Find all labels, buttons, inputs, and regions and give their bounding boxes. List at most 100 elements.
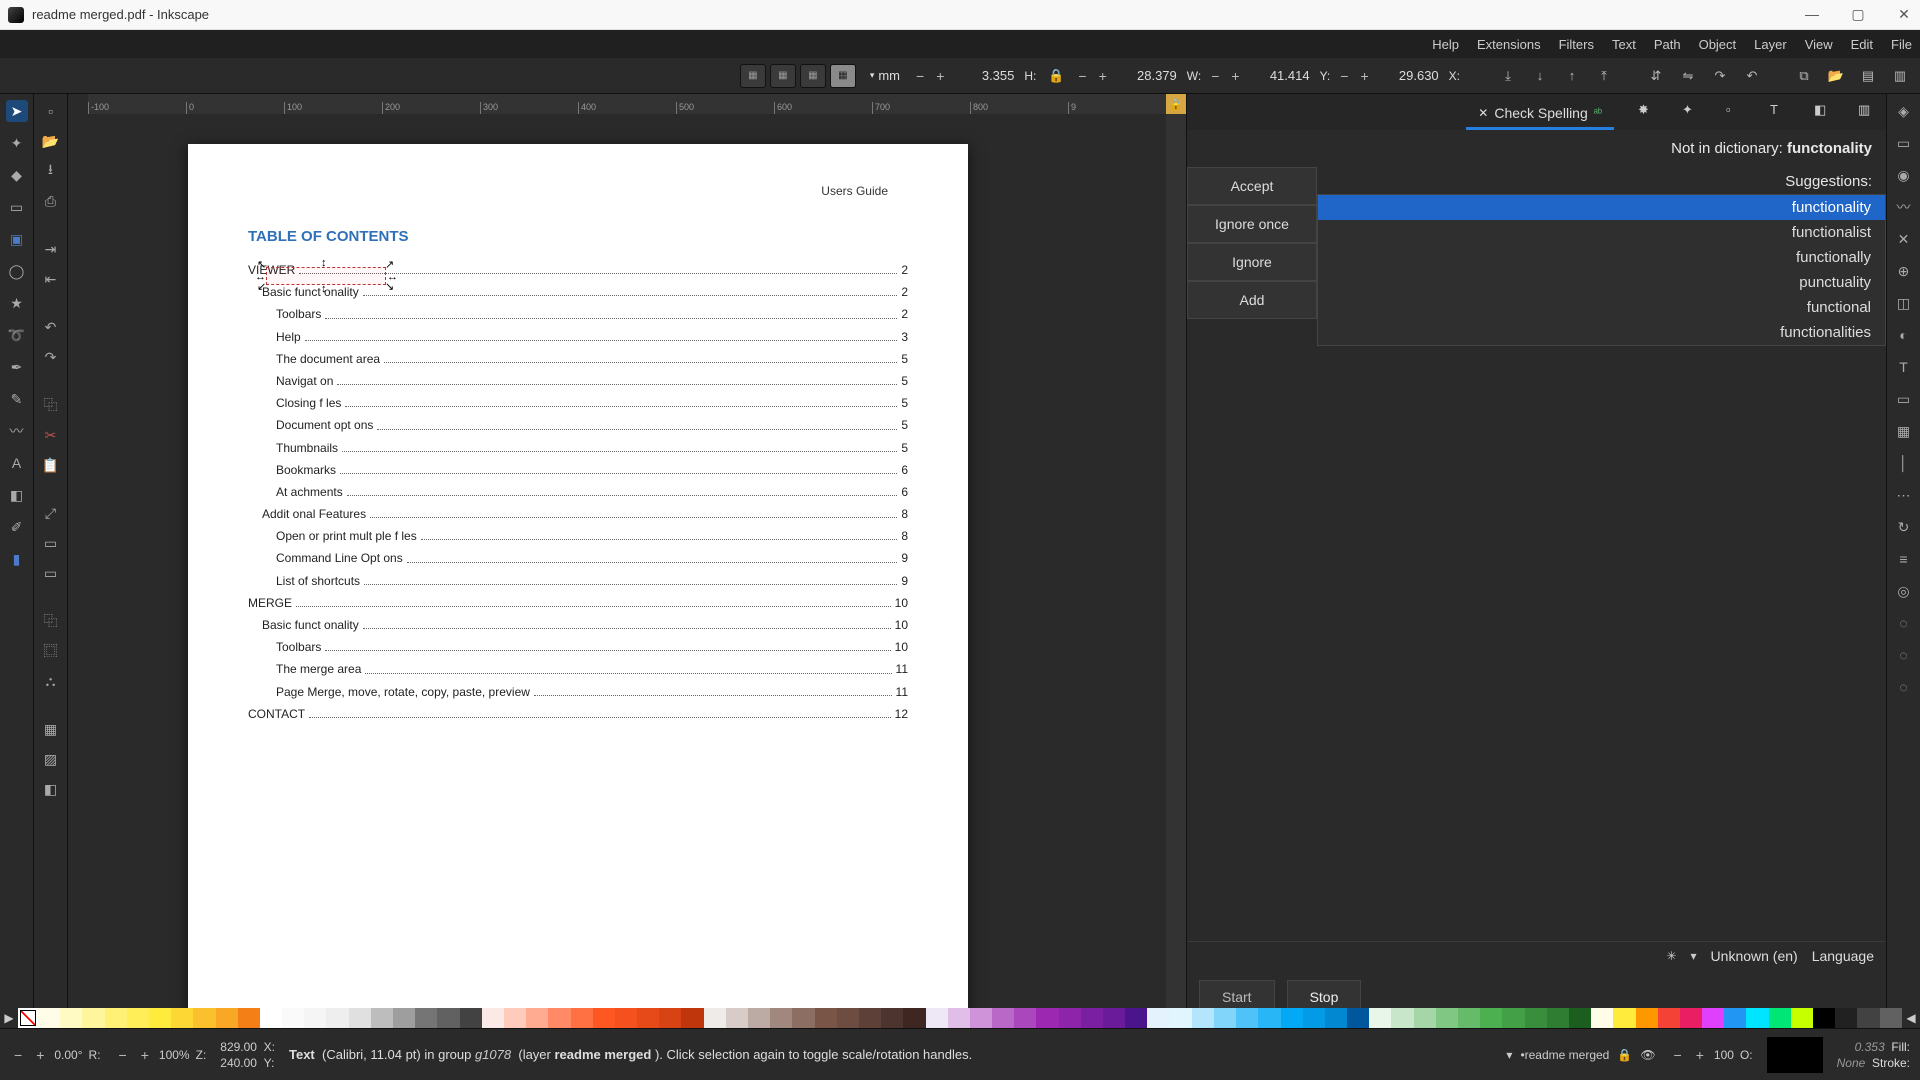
- scale-handle-ne[interactable]: ↗: [385, 260, 395, 270]
- palette-menu-icon[interactable]: ▶: [0, 1008, 18, 1028]
- color-swatch[interactable]: [1857, 1008, 1879, 1028]
- color-swatch[interactable]: [1547, 1008, 1569, 1028]
- color-swatch[interactable]: [1414, 1008, 1436, 1028]
- menu-object[interactable]: Object: [1699, 37, 1737, 52]
- color-swatch[interactable]: [282, 1008, 304, 1028]
- color-swatch[interactable]: [149, 1008, 171, 1028]
- open-doc-icon[interactable]: 📂: [40, 130, 62, 152]
- snap-others-icon[interactable]: ⋯: [1893, 484, 1915, 506]
- color-swatch[interactable]: [1769, 1008, 1791, 1028]
- rotate-ccw-icon[interactable]: ↶: [1740, 64, 1764, 88]
- color-swatch[interactable]: [1591, 1008, 1613, 1028]
- pencil-tool-icon[interactable]: ✎: [6, 388, 28, 410]
- suggestion-item[interactable]: punctuality: [1318, 270, 1885, 295]
- scale-handle-s[interactable]: ↕: [321, 284, 331, 294]
- tab-check-spelling[interactable]: ✕ Check Spelling ᵃᵇ: [1466, 99, 1614, 130]
- color-swatch[interactable]: [193, 1008, 215, 1028]
- color-swatch[interactable]: [859, 1008, 881, 1028]
- snap-intersection-icon[interactable]: ✕: [1893, 228, 1915, 250]
- transform-mode-4[interactable]: ▦: [740, 64, 766, 88]
- color-swatch[interactable]: [1081, 1008, 1103, 1028]
- color-swatch[interactable]: [992, 1008, 1014, 1028]
- suggestion-item[interactable]: functionalities: [1318, 320, 1885, 345]
- color-swatch[interactable]: [1281, 1008, 1303, 1028]
- color-swatch[interactable]: [792, 1008, 814, 1028]
- duplicate-icon[interactable]: ⧉: [1792, 64, 1816, 88]
- menu-help[interactable]: Help: [1432, 37, 1459, 52]
- language-value[interactable]: Unknown (en): [1711, 948, 1798, 964]
- lower-bottom-icon[interactable]: ⤓: [1496, 64, 1520, 88]
- y-inc[interactable]: +: [1229, 68, 1241, 84]
- raise-top-icon[interactable]: ⤒: [1592, 64, 1616, 88]
- color-swatch[interactable]: [681, 1008, 703, 1028]
- color-swatch[interactable]: [1436, 1008, 1458, 1028]
- color-swatch[interactable]: [881, 1008, 903, 1028]
- xml-icon[interactable]: ◧: [40, 778, 62, 800]
- color-swatch[interactable]: [1192, 1008, 1214, 1028]
- ruler-lock-icon[interactable]: 🔒: [1166, 94, 1186, 114]
- suggestion-item[interactable]: functionalist: [1318, 220, 1885, 245]
- color-swatch[interactable]: [304, 1008, 326, 1028]
- color-swatch[interactable]: [1103, 1008, 1125, 1028]
- h-value[interactable]: 3.355: [954, 68, 1014, 83]
- color-swatch[interactable]: [704, 1008, 726, 1028]
- color-swatch[interactable]: [837, 1008, 859, 1028]
- color-swatch[interactable]: [1147, 1008, 1169, 1028]
- suggestion-item[interactable]: functionality: [1318, 195, 1885, 220]
- y-dec[interactable]: −: [1209, 68, 1221, 84]
- snap-master-icon[interactable]: ◈: [1893, 100, 1915, 122]
- snap-distribute-icon[interactable]: ≡: [1893, 548, 1915, 570]
- scale-handle-sw[interactable]: ↙: [257, 282, 267, 292]
- color-swatch[interactable]: [105, 1008, 127, 1028]
- color-swatch[interactable]: [748, 1008, 770, 1028]
- save-icon[interactable]: ⭳: [40, 160, 62, 182]
- menu-path[interactable]: Path: [1654, 37, 1681, 52]
- ignore-button[interactable]: Ignore: [1187, 243, 1317, 281]
- color-swatch[interactable]: [1036, 1008, 1058, 1028]
- transform-mode-1[interactable]: ▦: [830, 64, 856, 88]
- panel-text-icon[interactable]: T: [1770, 102, 1790, 122]
- snap-item3-icon[interactable]: ◌: [1893, 676, 1915, 698]
- lock-aspect-icon[interactable]: 🔒: [1044, 64, 1068, 88]
- color-swatch[interactable]: [637, 1008, 659, 1028]
- color-swatch[interactable]: [1746, 1008, 1768, 1028]
- snap-text-icon[interactable]: T: [1893, 356, 1915, 378]
- spiral-tool-icon[interactable]: ➰: [6, 324, 28, 346]
- color-swatch[interactable]: [393, 1008, 415, 1028]
- lower-icon[interactable]: ↓: [1528, 64, 1552, 88]
- doc-properties-icon[interactable]: ▥: [1888, 64, 1912, 88]
- color-swatch[interactable]: [1680, 1008, 1702, 1028]
- raise-icon[interactable]: ↑: [1560, 64, 1584, 88]
- snap-page-icon[interactable]: ▭: [1893, 388, 1915, 410]
- zoom-page-icon[interactable]: ▭: [40, 532, 62, 554]
- snap-midpoint-icon[interactable]: ◐: [1893, 324, 1915, 346]
- color-swatch[interactable]: [1258, 1008, 1280, 1028]
- clone-icon[interactable]: ⿴: [40, 640, 62, 662]
- x-inc[interactable]: +: [1358, 68, 1370, 84]
- color-swatch[interactable]: [1658, 1008, 1680, 1028]
- color-swatch[interactable]: [1059, 1008, 1081, 1028]
- color-swatch[interactable]: [1480, 1008, 1502, 1028]
- color-swatch[interactable]: [1391, 1008, 1413, 1028]
- color-swatch[interactable]: [1170, 1008, 1192, 1028]
- color-swatch[interactable]: [1813, 1008, 1835, 1028]
- y-value[interactable]: 41.414: [1250, 68, 1310, 83]
- star-tool-icon[interactable]: ★: [6, 292, 28, 314]
- paintbucket-tool-icon[interactable]: ▮: [6, 548, 28, 570]
- menu-edit[interactable]: Edit: [1851, 37, 1873, 52]
- color-swatch[interactable]: [615, 1008, 637, 1028]
- scale-handle-n[interactable]: ↕: [321, 258, 331, 268]
- layer-visible-icon[interactable]: 👁: [1640, 1048, 1655, 1062]
- current-layer[interactable]: •readme merged: [1520, 1048, 1609, 1062]
- menu-file[interactable]: File: [1891, 37, 1912, 52]
- color-swatch[interactable]: [571, 1008, 593, 1028]
- panel-swatches-icon[interactable]: ◧: [1814, 102, 1834, 122]
- gradient-tool-icon[interactable]: ◧: [6, 484, 28, 506]
- selection-box[interactable]: ↖ ↕ ↗ ↙ ↕ ↘ ↔ ↔: [266, 267, 386, 285]
- menu-filters[interactable]: Filters: [1559, 37, 1594, 52]
- color-swatch[interactable]: [1613, 1008, 1635, 1028]
- undo-icon[interactable]: ↶: [40, 316, 62, 338]
- color-swatch[interactable]: [82, 1008, 104, 1028]
- rotation-value[interactable]: 0.00°: [54, 1048, 82, 1062]
- color-swatch[interactable]: [1236, 1008, 1258, 1028]
